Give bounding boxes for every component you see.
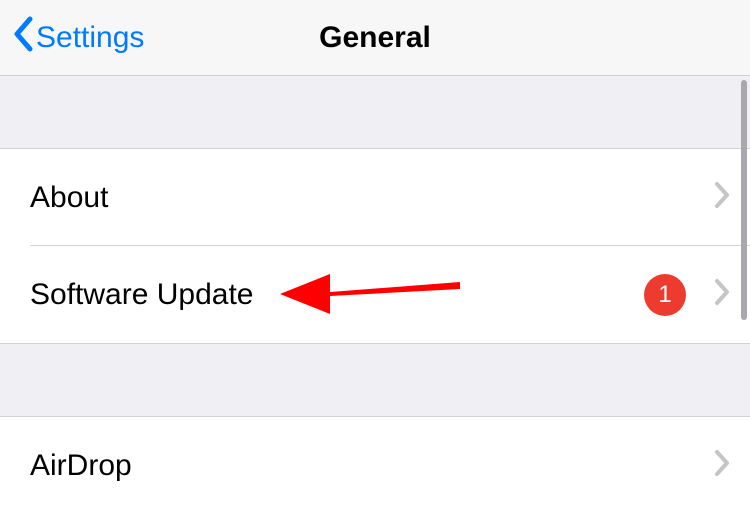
chevron-left-icon [12,16,34,60]
navigation-bar: Settings General [0,0,750,76]
row-label: About [30,181,714,215]
page-title: General [319,21,431,55]
content-area: About Software Update 1 [0,76,750,509]
chevron-right-icon [714,278,730,311]
row-accessories: 1 [644,274,730,316]
row-label: Software Update [30,278,644,312]
row-accessories [714,181,730,214]
row-accessories [714,449,730,482]
list-group-1: About Software Update 1 [0,148,750,344]
back-label: Settings [36,21,144,55]
chevron-right-icon [714,181,730,214]
list-group-2: AirDrop [0,416,750,509]
back-button[interactable]: Settings [12,16,144,60]
group-spacer [0,76,750,148]
group-spacer [0,344,750,416]
notification-badge: 1 [644,274,686,316]
row-software-update[interactable]: Software Update 1 [0,246,750,343]
scrollbar-thumb[interactable] [741,80,747,320]
row-about[interactable]: About [0,149,750,246]
row-label: AirDrop [30,449,714,483]
chevron-right-icon [714,449,730,482]
row-airdrop[interactable]: AirDrop [0,417,750,509]
